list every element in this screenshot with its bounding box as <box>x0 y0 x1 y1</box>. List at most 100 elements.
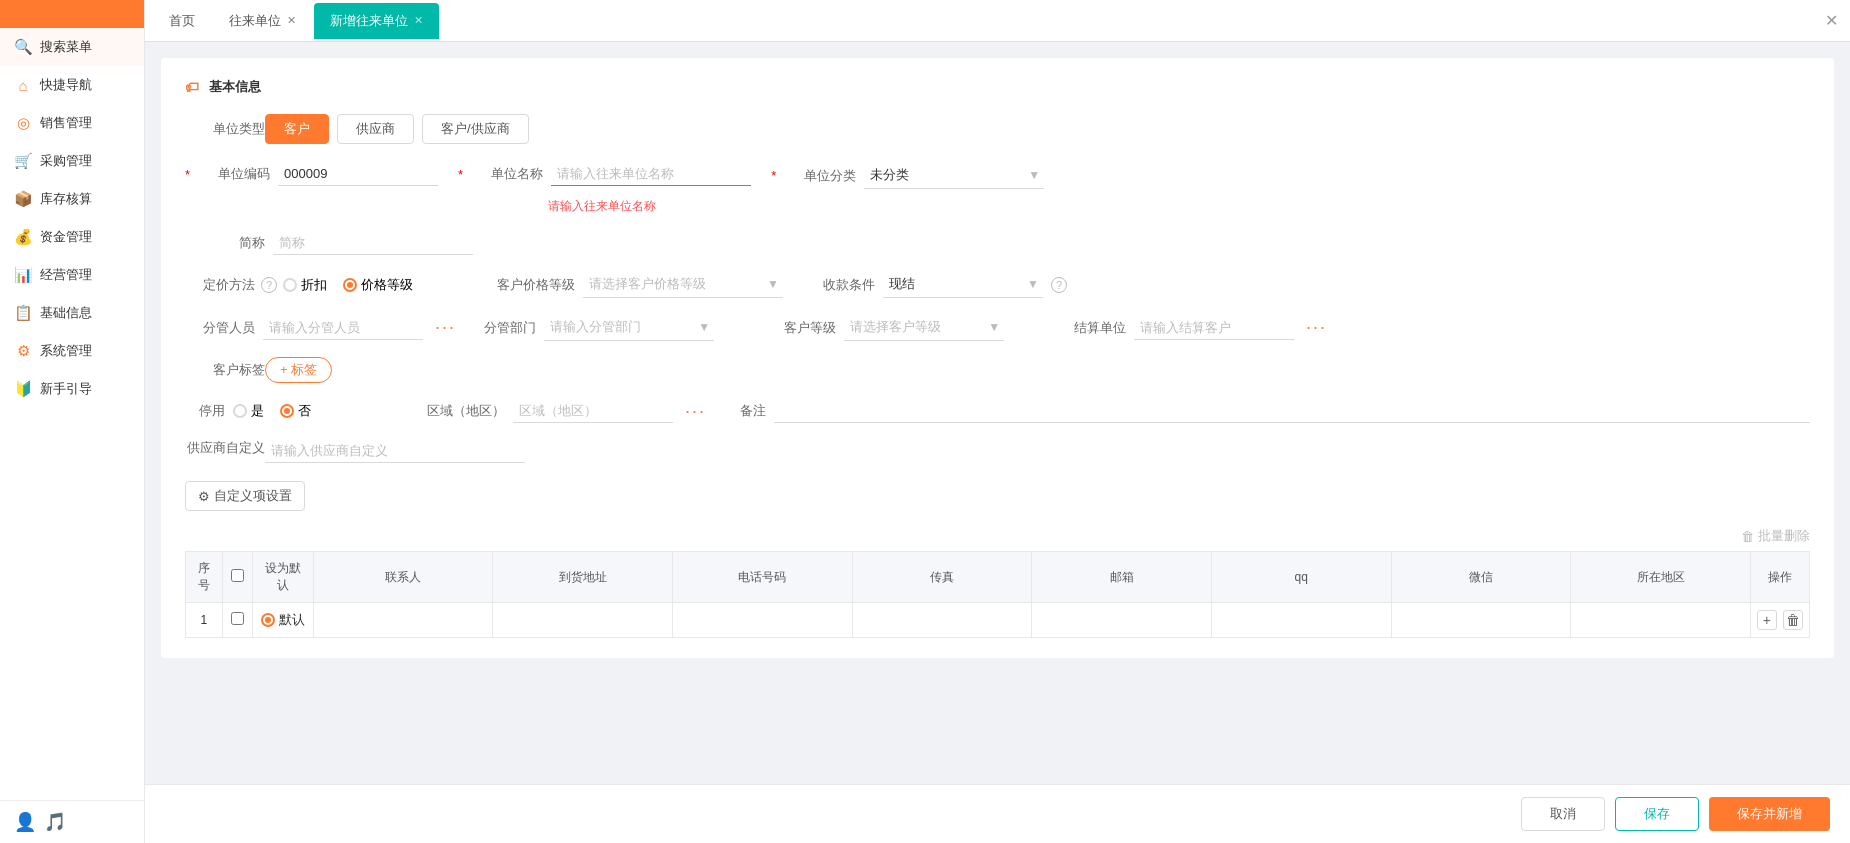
sidebar-item-quick-nav[interactable]: ⌂ 快捷导航 <box>0 66 144 104</box>
customer-level-select[interactable]: 请选择客户等级 ▼ <box>844 314 1004 341</box>
default-radio-item[interactable]: 默认 <box>259 611 307 629</box>
th-region: 所在地区 <box>1571 552 1751 603</box>
sidebar-item-guide[interactable]: 🔰 新手引导 <box>0 370 144 408</box>
department-group: 分管部门 请输入分管部门 ▼ <box>476 314 756 341</box>
department-select[interactable]: 请输入分管部门 ▼ <box>544 314 714 341</box>
manager-more-icon[interactable]: ··· <box>435 317 456 338</box>
tabs-bar: 首页 往来单位 ✕ 新增往来单位 ✕ ✕ <box>145 0 1850 42</box>
th-email: 邮箱 <box>1032 552 1212 603</box>
td-wechat[interactable] <box>1391 603 1571 638</box>
td-address[interactable] <box>493 603 673 638</box>
td-contact[interactable] <box>313 603 493 638</box>
contact-table-section: 🗑 批量删除 序号 设为默认 联系人 到货地址 电话号码 传真 <box>185 527 1810 638</box>
region-input[interactable] <box>513 399 673 423</box>
sidebar-item-label: 搜索菜单 <box>40 38 92 56</box>
home-icon: ⌂ <box>14 76 32 94</box>
sidebar-item-label: 快捷导航 <box>40 76 92 94</box>
add-tag-button[interactable]: + 标签 <box>265 357 332 383</box>
region-input-cell[interactable] <box>1577 613 1744 628</box>
th-wechat: 微信 <box>1391 552 1571 603</box>
sidebar-item-purchase[interactable]: 🛒 采购管理 <box>0 142 144 180</box>
td-phone[interactable] <box>673 603 853 638</box>
tab-partner-close[interactable]: ✕ <box>287 14 296 27</box>
cancel-button[interactable]: 取消 <box>1521 797 1605 831</box>
tag-label: 客户标签 <box>185 361 265 379</box>
sidebar-item-inventory[interactable]: 📦 库存核算 <box>0 180 144 218</box>
th-phone: 电话号码 <box>673 552 853 603</box>
customer-price-label: 客户价格等级 <box>485 276 575 294</box>
settlement-input[interactable] <box>1134 316 1294 340</box>
tab-home[interactable]: 首页 <box>153 3 211 39</box>
search-icon: 🔍 <box>14 38 32 56</box>
remark-input[interactable] <box>774 399 1810 423</box>
add-row-button[interactable]: + <box>1757 610 1777 630</box>
short-name-label: 简称 <box>185 234 265 252</box>
email-input[interactable] <box>1038 613 1205 628</box>
category-arrow-icon: ▼ <box>1028 168 1040 182</box>
sidebar-item-operations[interactable]: 📊 经营管理 <box>0 256 144 294</box>
row-checkbox[interactable] <box>231 612 244 625</box>
row-action-buttons: + 🗑 <box>1757 610 1803 630</box>
disable-radio-no[interactable]: 否 <box>280 402 311 420</box>
pricing-radio-discount[interactable]: 折扣 <box>283 276 327 294</box>
contact-input[interactable] <box>320 613 487 628</box>
disable-region-remark-row: 停用 是 否 区域（地区） <box>185 399 1810 423</box>
tab-new-partner[interactable]: 新增往来单位 ✕ <box>314 3 439 39</box>
qq-input[interactable] <box>1218 613 1385 628</box>
manager-input[interactable] <box>263 316 423 340</box>
section-header: 🏷 基本信息 <box>185 78 1810 96</box>
sidebar-item-search[interactable]: 🔍 搜索菜单 <box>0 28 144 66</box>
sidebar-music-icon[interactable]: 🎵 <box>44 811 66 833</box>
custom-settings-button[interactable]: ⚙ 自定义项设置 <box>185 481 305 511</box>
sidebar-item-basic-info[interactable]: 📋 基础信息 <box>0 294 144 332</box>
code-input[interactable] <box>278 162 438 186</box>
close-all-tabs[interactable]: ✕ <box>1821 7 1842 34</box>
disable-label: 停用 <box>185 402 225 420</box>
td-qq[interactable] <box>1211 603 1391 638</box>
save-new-button[interactable]: 保存并新增 <box>1709 797 1830 831</box>
settlement-more-icon[interactable]: ··· <box>1306 317 1327 338</box>
sidebar-item-sales[interactable]: ◎ 销售管理 <box>0 104 144 142</box>
wechat-input[interactable] <box>1398 613 1565 628</box>
short-name-input[interactable] <box>273 231 473 255</box>
price-level-radio-circle <box>343 278 357 292</box>
batch-delete-button[interactable]: 🗑 批量删除 <box>1741 527 1810 545</box>
region-more-icon[interactable]: ··· <box>685 401 706 422</box>
short-name-group: 简称 <box>185 231 473 255</box>
payment-help-icon[interactable]: ? <box>1051 277 1067 293</box>
phone-input[interactable] <box>679 613 846 628</box>
category-value: 未分类 <box>870 166 1028 184</box>
sidebar-user-icon[interactable]: 👤 <box>14 811 36 833</box>
supplier-custom-label: 供应商自定义 <box>185 439 265 457</box>
region-label: 区域（地区） <box>425 402 505 420</box>
btn-customer[interactable]: 客户 <box>265 114 329 144</box>
td-email[interactable] <box>1032 603 1212 638</box>
td-region[interactable] <box>1571 603 1751 638</box>
btn-both[interactable]: 客户/供应商 <box>422 114 529 144</box>
customer-price-select[interactable]: 请选择客户价格等级 ▼ <box>583 271 783 298</box>
btn-supplier[interactable]: 供应商 <box>337 114 414 144</box>
manager-group: 分管人员 ··· <box>185 316 456 340</box>
category-select[interactable]: 未分类 ▼ <box>864 162 1044 189</box>
pricing-help-icon[interactable]: ? <box>261 277 277 293</box>
pricing-radio-price-level[interactable]: 价格等级 <box>343 276 413 294</box>
th-seq: 序号 <box>186 552 223 603</box>
supplier-custom-input[interactable] <box>265 439 525 463</box>
disable-radio-yes[interactable]: 是 <box>233 402 264 420</box>
payment-select[interactable]: 现结 ▼ <box>883 271 1043 298</box>
customer-price-group: 客户价格等级 请选择客户价格等级 ▼ <box>485 271 785 298</box>
address-input[interactable] <box>499 613 666 628</box>
sidebar-item-finance[interactable]: 💰 资金管理 <box>0 218 144 256</box>
save-button[interactable]: 保存 <box>1615 797 1699 831</box>
sidebar-item-system[interactable]: ⚙ 系统管理 <box>0 332 144 370</box>
name-input[interactable] <box>551 162 751 186</box>
fax-input[interactable] <box>859 613 1026 628</box>
td-fax[interactable] <box>852 603 1032 638</box>
disable-radio-group: 是 否 <box>233 402 311 420</box>
delete-row-button[interactable]: 🗑 <box>1783 610 1803 630</box>
select-all-checkbox[interactable] <box>231 569 244 582</box>
tab-new-partner-close[interactable]: ✕ <box>414 14 423 27</box>
sidebar-item-label: 新手引导 <box>40 380 92 398</box>
payment-label: 收款条件 <box>805 276 875 294</box>
tab-partner[interactable]: 往来单位 ✕ <box>213 3 312 39</box>
